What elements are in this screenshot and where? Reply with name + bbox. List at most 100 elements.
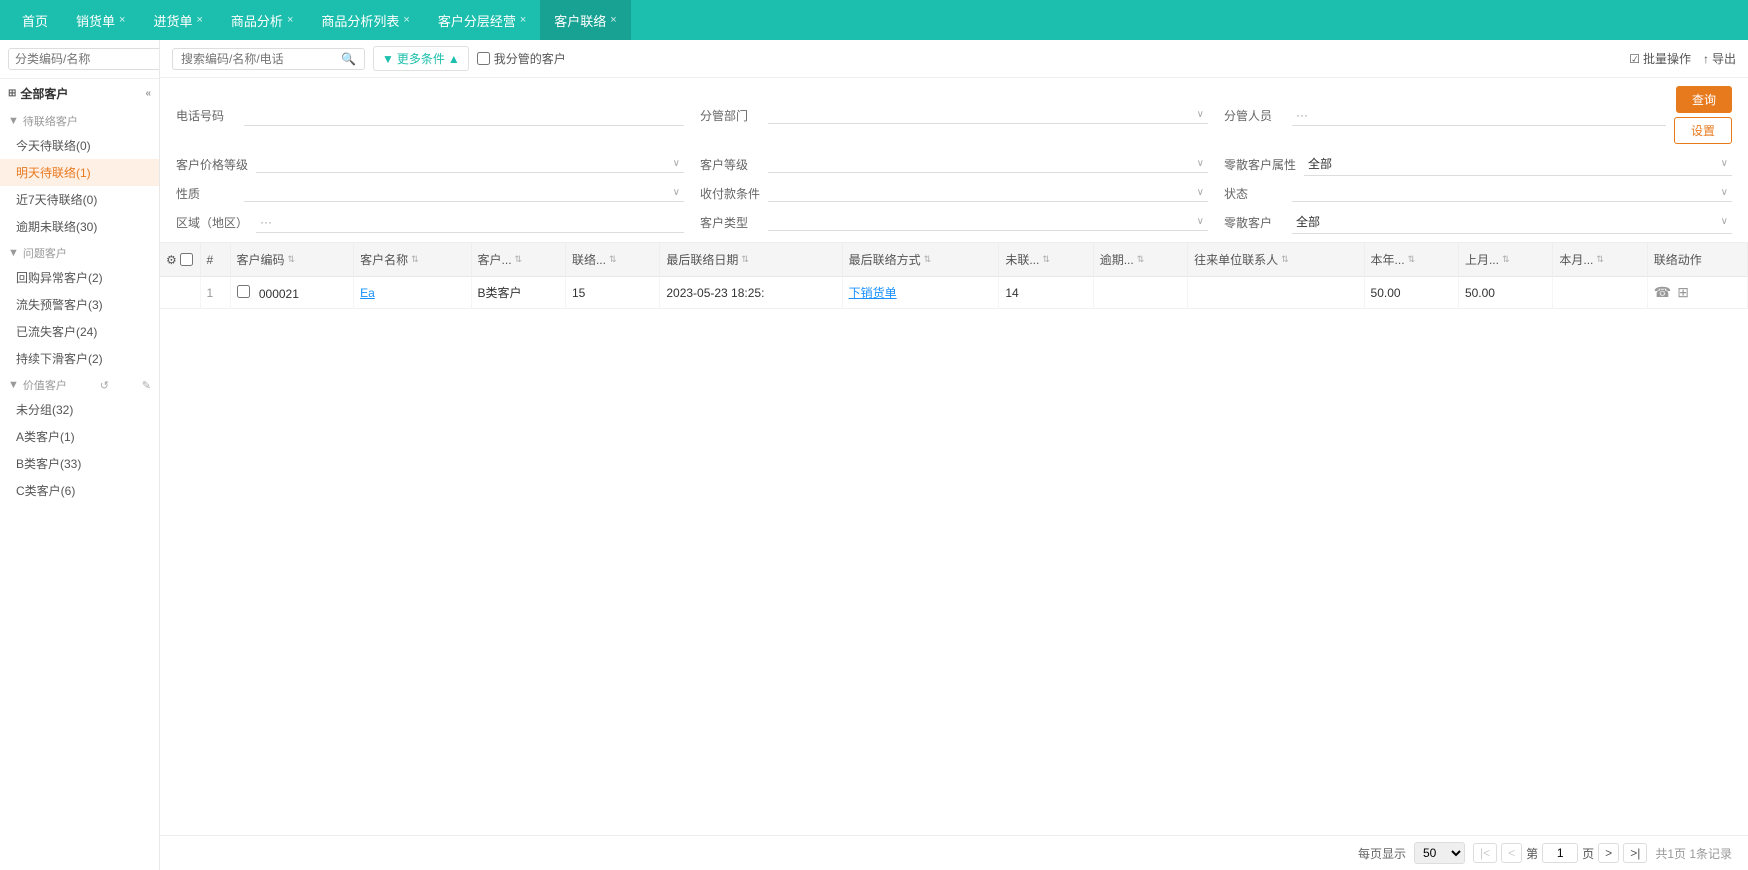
row-name[interactable]: Ea	[354, 277, 471, 309]
nav-close-customer-contact[interactable]: ×	[610, 14, 616, 26]
filter-person-row: 分管人员 ··· 查询 设置	[1224, 86, 1732, 144]
sidebar-lost-customer[interactable]: 已流失客户(24)	[0, 318, 159, 345]
sidebar-all-customers[interactable]: ⊞ 全部客户 «	[0, 79, 159, 108]
nav-close-customer-tier[interactable]: ×	[520, 14, 526, 26]
th-customer-type[interactable]: 客户... ⇅	[471, 243, 565, 277]
th-uncontacted[interactable]: 未联... ⇅	[999, 243, 1093, 277]
filter-dept-select[interactable]: ∨	[768, 106, 1208, 124]
row-contact-count: 15	[565, 277, 659, 309]
batch-ops-checkbox-icon: ☑	[1629, 52, 1640, 66]
th-contact-count[interactable]: 联络... ⇅	[565, 243, 659, 277]
filter-level-select[interactable]: ∨	[768, 155, 1208, 173]
action-contact-icon[interactable]: ☎	[1654, 284, 1671, 301]
query-btn[interactable]: 查询	[1676, 86, 1732, 113]
filter-panel: 电话号码 分管部门 ∨ 分管人员 ··· 查询 设置	[160, 78, 1748, 243]
row-last-contact-method[interactable]: 下销货单	[842, 277, 999, 309]
export-btn[interactable]: ↑ 导出	[1703, 50, 1736, 67]
filter-person-select[interactable]: ···	[1292, 105, 1666, 126]
sidebar-tomorrow-contact[interactable]: 明天待联络(1)	[0, 159, 159, 186]
th-customer-code[interactable]: 客户编码 ⇅	[230, 243, 354, 277]
sidebar-a-class[interactable]: A类客户(1)	[0, 423, 159, 450]
sort-code-icon: ⇅	[288, 254, 296, 265]
gender-chevron-icon: ∨	[673, 187, 680, 198]
prev-page-btn[interactable]: <	[1501, 843, 1522, 863]
sort-last-date-icon: ⇅	[741, 254, 749, 265]
toolbar: 🔍 ▼ 更多条件 ▲ 我分管的客户 ☑ 批量操作 ↑ 导出	[160, 40, 1748, 78]
filter-gender-select[interactable]: ∨	[244, 184, 684, 202]
status-chevron-icon: ∨	[1721, 187, 1728, 198]
sidebar-declining-customer[interactable]: 持续下滑客户(2)	[0, 345, 159, 372]
sidebar-pending-section: ▼ 待联络客户	[0, 108, 159, 132]
filter-payment-label: 收付款条件	[700, 185, 760, 202]
nav-item-analysis-list[interactable]: 商品分析列表 ×	[307, 0, 423, 40]
row-checkbox[interactable]	[237, 285, 250, 298]
more-filter-btn[interactable]: ▼ 更多条件 ▲	[373, 46, 469, 71]
last-page-btn[interactable]: >|	[1623, 843, 1647, 863]
settings-col-icon[interactable]: ⚙	[166, 253, 177, 267]
pending-arrow: ▼	[8, 115, 19, 127]
sidebar-7day-contact[interactable]: 近7天待联络(0)	[0, 186, 159, 213]
nav-item-customer-contact[interactable]: 客户联络 ×	[540, 0, 630, 40]
nav-close-sales[interactable]: ×	[119, 14, 125, 26]
th-last-contact-method[interactable]: 最后联络方式 ⇅	[842, 243, 999, 277]
filter-area-select[interactable]: ···	[256, 212, 684, 233]
toolbar-search-icon[interactable]: 🔍	[341, 52, 356, 66]
nav-item-purchase[interactable]: 进货单 ×	[139, 0, 216, 40]
sidebar-repurchase-abnormal[interactable]: 回购异常客户(2)	[0, 264, 159, 291]
th-row-num: #	[200, 243, 230, 277]
filter-dept-label: 分管部门	[700, 107, 760, 124]
value-refresh-icon[interactable]: ↺	[100, 379, 109, 392]
action-more-icon[interactable]: ⊞	[1677, 284, 1689, 301]
th-overdue[interactable]: 逾期... ⇅	[1093, 243, 1187, 277]
toolbar-search-box: 🔍	[172, 48, 365, 70]
filter-status-select[interactable]: ∨	[1292, 184, 1732, 202]
sidebar-today-contact[interactable]: 今天待联络(0)	[0, 132, 159, 159]
page-number-input[interactable]	[1542, 843, 1578, 863]
th-last-contact-date[interactable]: 最后联络日期 ⇅	[660, 243, 842, 277]
filter-retail-customer-label: 零散客户	[1224, 214, 1284, 231]
nav-close-purchase[interactable]: ×	[196, 14, 202, 26]
nav-home[interactable]: 首页	[8, 11, 62, 30]
filter-price-select[interactable]: ∨	[256, 155, 684, 173]
first-page-btn[interactable]: |<	[1473, 843, 1497, 863]
sidebar-b-class[interactable]: B类客户(33)	[0, 450, 159, 477]
nav-close-analysis[interactable]: ×	[287, 14, 293, 26]
value-edit-icon[interactable]: ✎	[142, 379, 151, 392]
row-num: 1	[200, 277, 230, 309]
nav-close-analysis-list[interactable]: ×	[403, 14, 409, 26]
filter-phone-row: 电话号码	[176, 86, 684, 144]
sidebar-loss-warning[interactable]: 流失预警客户(3)	[0, 291, 159, 318]
th-contact-person[interactable]: 往来单位联系人 ⇅	[1188, 243, 1364, 277]
next-page-btn[interactable]: >	[1598, 843, 1619, 863]
page-unit: 页	[1582, 845, 1594, 862]
filter-retail-customer-select[interactable]: 全部 ∨	[1292, 210, 1732, 234]
sidebar-c-class[interactable]: C类客户(6)	[0, 477, 159, 504]
th-this-year[interactable]: 本年... ⇅	[1364, 243, 1458, 277]
sidebar-ungroup[interactable]: 未分组(32)	[0, 396, 159, 423]
nav-item-customer-tier[interactable]: 客户分层经营 ×	[424, 0, 540, 40]
sidebar-overdue-contact[interactable]: 逾期未联络(30)	[0, 213, 159, 240]
filter-retail-attr-select[interactable]: 全部 ∨	[1304, 152, 1732, 176]
filter-phone-input[interactable]	[244, 105, 684, 126]
sort-name-icon: ⇅	[411, 254, 419, 265]
select-all-checkbox[interactable]	[180, 253, 193, 266]
settings-btn[interactable]: 设置	[1674, 117, 1732, 144]
th-customer-name[interactable]: 客户名称 ⇅	[354, 243, 471, 277]
batch-ops-btn[interactable]: ☑ 批量操作	[1629, 50, 1691, 67]
row-last-month: 50.00	[1458, 277, 1552, 309]
row-customer-type: B类客户	[471, 277, 565, 309]
nav-item-sales[interactable]: 销货单 ×	[62, 0, 139, 40]
content-area: 🔍 ▼ 更多条件 ▲ 我分管的客户 ☑ 批量操作 ↑ 导出	[160, 40, 1748, 870]
th-this-month[interactable]: 本月... ⇅	[1553, 243, 1647, 277]
main-layout: 🔍 ⊞ 全部客户 « ▼ 待联络客户 今天待联络(0) 明天待联络(1) 近7天…	[0, 40, 1748, 870]
nav-item-analysis[interactable]: 商品分析 ×	[217, 0, 307, 40]
filter-customer-type-select[interactable]: ∨	[768, 213, 1208, 231]
th-last-month[interactable]: 上月... ⇅	[1458, 243, 1552, 277]
filter-payment-select[interactable]: ∨	[768, 184, 1208, 202]
my-customers-checkbox[interactable]	[477, 52, 490, 65]
row-settings	[160, 277, 200, 309]
page-size-select[interactable]: 50 100 200	[1414, 842, 1465, 864]
toolbar-search-input[interactable]	[181, 52, 341, 66]
sidebar-search-input[interactable]	[8, 48, 160, 70]
collapse-icon: «	[145, 88, 151, 99]
